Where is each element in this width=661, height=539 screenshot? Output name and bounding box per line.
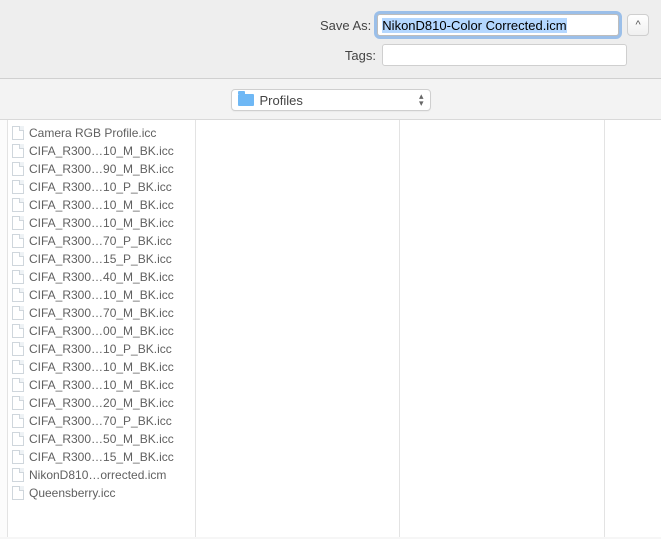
list-item[interactable]: CIFA_R300…10_M_BK.icc <box>8 196 195 214</box>
file-icon <box>12 486 24 500</box>
tags-label: Tags: <box>12 48 382 63</box>
file-icon <box>12 360 24 374</box>
file-name: CIFA_R300…90_M_BK.icc <box>29 162 174 176</box>
column-files[interactable]: Camera RGB Profile.icc CIFA_R300…10_M_BK.… <box>8 120 196 537</box>
list-item[interactable]: CIFA_R300…40_M_BK.icc <box>8 268 195 286</box>
file-name: Camera RGB Profile.icc <box>29 126 156 140</box>
file-icon <box>12 144 24 158</box>
file-name: CIFA_R300…70_M_BK.icc <box>29 306 174 320</box>
file-icon <box>12 234 24 248</box>
column-empty-3[interactable] <box>605 120 661 537</box>
list-item[interactable]: CIFA_R300…70_M_BK.icc <box>8 304 195 322</box>
file-icon <box>12 432 24 446</box>
file-icon <box>12 306 24 320</box>
file-icon <box>12 378 24 392</box>
column-empty-2[interactable] <box>400 120 605 537</box>
file-icon <box>12 450 24 464</box>
file-name: CIFA_R300…40_M_BK.icc <box>29 270 174 284</box>
file-icon <box>12 252 24 266</box>
save-as-input[interactable] <box>377 14 619 36</box>
save-dialog-header: Save As: ^ Tags: <box>0 0 661 79</box>
list-item[interactable]: CIFA_R300…15_P_BK.icc <box>8 250 195 268</box>
file-icon <box>12 126 24 140</box>
file-icon <box>12 180 24 194</box>
file-name: CIFA_R300…10_P_BK.icc <box>29 180 172 194</box>
list-item[interactable]: CIFA_R300…50_M_BK.icc <box>8 430 195 448</box>
file-icon <box>12 414 24 428</box>
file-name: CIFA_R300…00_M_BK.icc <box>29 324 174 338</box>
file-name: CIFA_R300…10_P_BK.icc <box>29 342 172 356</box>
file-name: CIFA_R300…15_P_BK.icc <box>29 252 172 266</box>
list-item[interactable]: CIFA_R300…10_M_BK.icc <box>8 214 195 232</box>
file-icon <box>12 162 24 176</box>
list-item[interactable]: CIFA_R300…90_M_BK.icc <box>8 160 195 178</box>
list-item[interactable]: CIFA_R300…10_M_BK.icc <box>8 286 195 304</box>
list-item[interactable]: CIFA_R300…10_M_BK.icc <box>8 376 195 394</box>
file-name: NikonD810…orrected.icm <box>29 468 166 482</box>
file-icon <box>12 216 24 230</box>
location-bar: Profiles ▴ ▾ <box>0 79 661 120</box>
file-icon <box>12 396 24 410</box>
list-item[interactable]: CIFA_R300…10_M_BK.icc <box>8 358 195 376</box>
list-item[interactable]: CIFA_R300…20_M_BK.icc <box>8 394 195 412</box>
list-item[interactable]: CIFA_R300…70_P_BK.icc <box>8 412 195 430</box>
list-item[interactable]: Camera RGB Profile.icc <box>8 124 195 142</box>
list-item[interactable]: CIFA_R300…10_P_BK.icc <box>8 340 195 358</box>
file-name: CIFA_R300…10_M_BK.icc <box>29 144 174 158</box>
expand-collapse-button[interactable]: ^ <box>627 14 649 36</box>
dropdown-arrows-icon: ▴ ▾ <box>419 93 424 107</box>
file-name: CIFA_R300…10_M_BK.icc <box>29 288 174 302</box>
file-icon <box>12 288 24 302</box>
file-name: CIFA_R300…10_M_BK.icc <box>29 378 174 392</box>
file-icon <box>12 270 24 284</box>
list-item[interactable]: CIFA_R300…70_P_BK.icc <box>8 232 195 250</box>
file-name: CIFA_R300…70_P_BK.icc <box>29 414 172 428</box>
file-icon <box>12 342 24 356</box>
column-prev[interactable] <box>0 120 8 537</box>
file-name: CIFA_R300…50_M_BK.icc <box>29 432 174 446</box>
file-icon <box>12 468 24 482</box>
file-name: CIFA_R300…10_M_BK.icc <box>29 216 174 230</box>
file-icon <box>12 198 24 212</box>
file-name: CIFA_R300…15_M_BK.icc <box>29 450 174 464</box>
file-icon <box>12 324 24 338</box>
location-dropdown[interactable]: Profiles ▴ ▾ <box>231 89 431 111</box>
location-folder-name: Profiles <box>260 93 419 108</box>
folder-icon <box>238 94 254 106</box>
list-item[interactable]: CIFA_R300…00_M_BK.icc <box>8 322 195 340</box>
tags-input[interactable] <box>382 44 627 66</box>
file-name: CIFA_R300…10_M_BK.icc <box>29 360 174 374</box>
list-item[interactable]: CIFA_R300…10_P_BK.icc <box>8 178 195 196</box>
list-item[interactable]: CIFA_R300…10_M_BK.icc <box>8 142 195 160</box>
column-empty-1[interactable] <box>196 120 400 537</box>
file-name: CIFA_R300…10_M_BK.icc <box>29 198 174 212</box>
list-item[interactable]: NikonD810…orrected.icm <box>8 466 195 484</box>
list-item[interactable]: Queensberry.icc <box>8 484 195 502</box>
file-name: CIFA_R300…20_M_BK.icc <box>29 396 174 410</box>
column-browser: Camera RGB Profile.icc CIFA_R300…10_M_BK.… <box>0 120 661 537</box>
list-item[interactable]: CIFA_R300…15_M_BK.icc <box>8 448 195 466</box>
file-name: CIFA_R300…70_P_BK.icc <box>29 234 172 248</box>
file-name: Queensberry.icc <box>29 486 115 500</box>
save-as-label: Save As: <box>12 18 377 33</box>
